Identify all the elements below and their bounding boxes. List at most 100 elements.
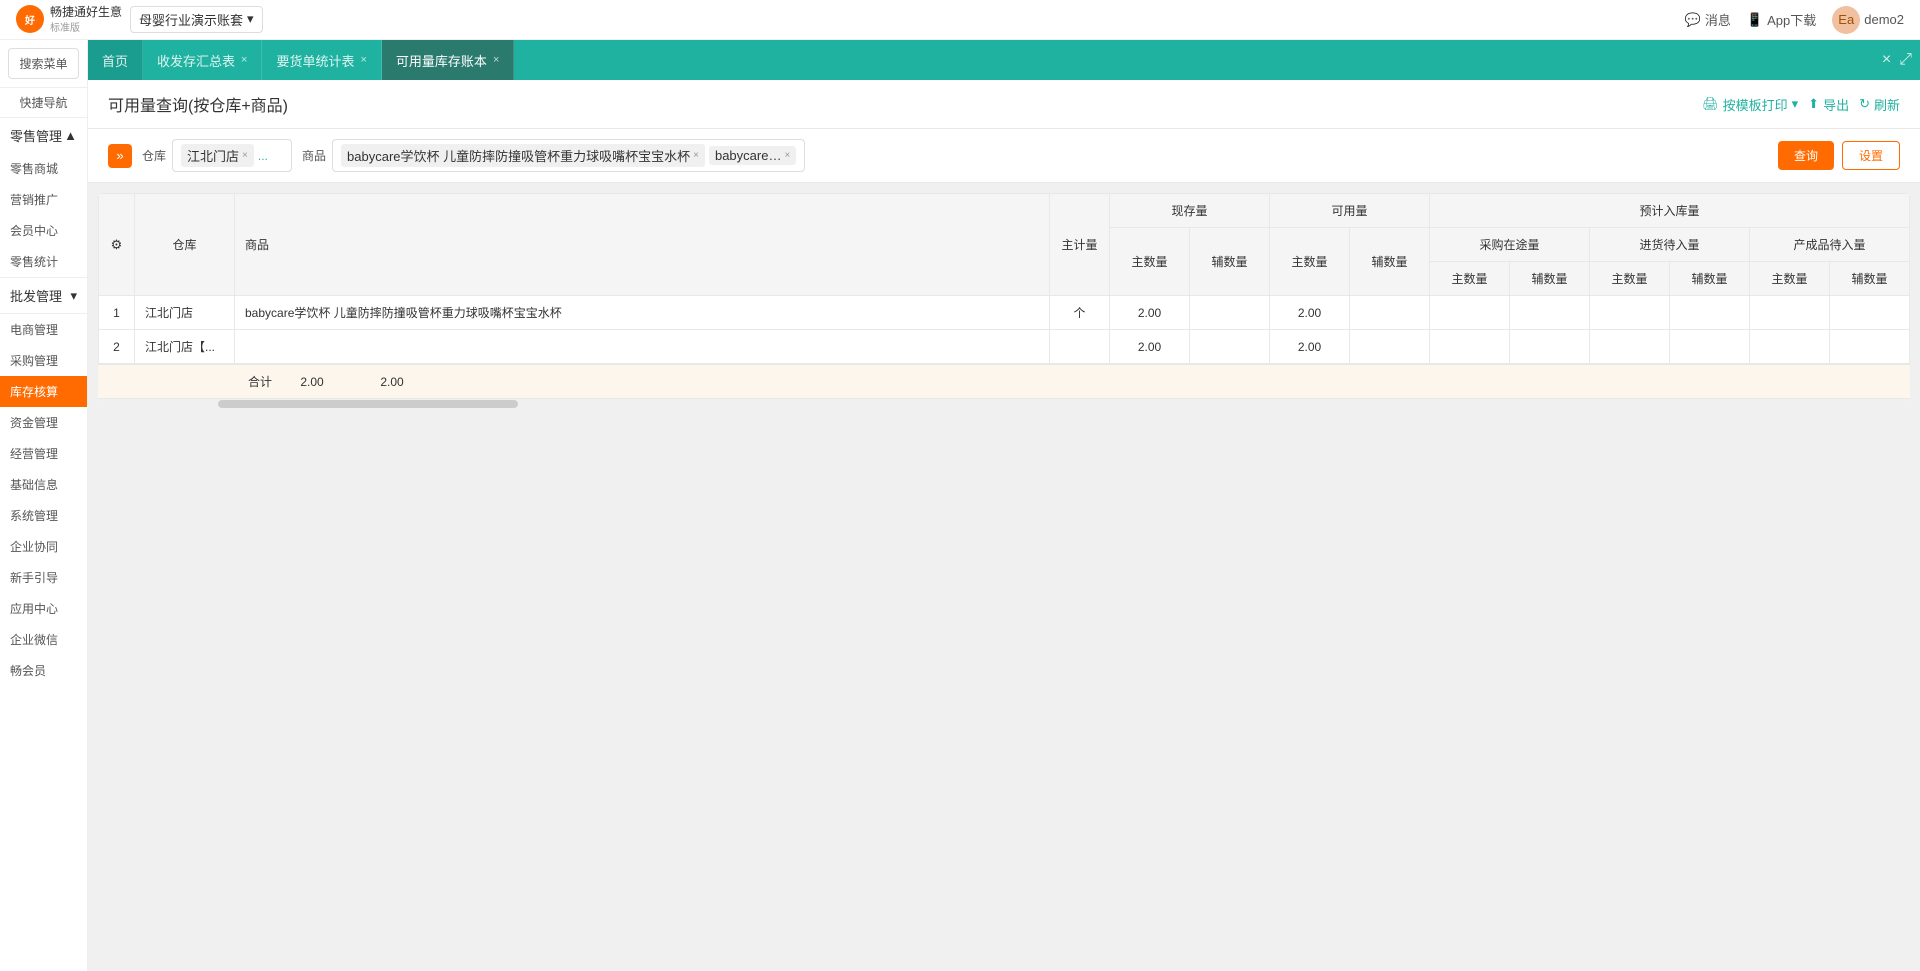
tab-inventory-close[interactable]: × [493,54,499,66]
warehouse-tag-close[interactable]: × [242,150,248,161]
warehouse-input[interactable]: 江北门店 × ... [172,139,292,172]
tab-bar: 首页 收发存汇总表 × 要货单统计表 × 可用量库存账本 × × ⤢ [88,40,1920,80]
sidebar-item-enterprise[interactable]: 企业协同 [0,531,87,562]
logo-icon: 好 [16,5,44,33]
top-bar-left: 好 畅捷通好生意 标准版 母婴行业演示账套 ▾ [16,5,263,34]
cell-incoming-main [1590,296,1670,330]
product-input[interactable]: babycare学饮杯 儿童防摔防撞吸管杯重力球吸嘴杯宝宝水杯 × babyca… [332,139,805,172]
sidebar-item-marketing[interactable]: 营销推广 [0,184,87,215]
refresh-btn[interactable]: ↻ 刷新 [1859,95,1900,114]
quick-nav-btn[interactable]: 快捷导航 [0,88,87,118]
user-profile[interactable]: Ea demo2 [1832,6,1904,34]
sidebar-item-inventory-check[interactable]: 库存核算 [0,376,87,407]
app-edition: 标准版 [50,19,122,34]
query-btn[interactable]: 查询 [1778,141,1834,170]
sidebar-item-basic[interactable]: 基础信息 [0,469,87,500]
product-filter: 商品 babycare学饮杯 儿童防摔防撞吸管杯重力球吸嘴杯宝宝水杯 × bab… [302,139,805,172]
sidebar-item-retail-stat[interactable]: 零售统计 [0,246,87,277]
th-product: 商品 [235,194,1050,296]
cell-avail-main: 2.00 [1270,296,1350,330]
export-icon: ⬆ [1808,96,1819,112]
table-scroll-bar[interactable] [98,398,1910,408]
cell-products-main [1750,330,1830,364]
industry-label: 母婴行业演示账套 [139,10,243,29]
page-header: 可用量查询(按仓库+商品) 🖨 按模板打印 ▾ ⬆ 导出 ↻ [88,80,1920,129]
footer-avail-main: 2.00 [352,375,432,389]
sidebar-item-retail-mall[interactable]: 零售商城 [0,153,87,184]
top-bar-right: 💬 消息 📱 App下载 Ea demo2 [1685,6,1904,34]
th-purchase-in-transit: 采购在途量 [1430,228,1590,262]
sidebar-search: 搜索菜单 [0,40,87,88]
th-planned-inbound: 预计入库量 [1430,194,1910,228]
tab-receive[interactable]: 收发存汇总表 × [143,40,262,80]
th-gear[interactable]: ⚙ [99,194,135,296]
expand-filter-btn[interactable]: » [108,144,132,168]
tab-order[interactable]: 要货单统计表 × [262,40,381,80]
table-footer: 合计 2.00 2.00 [98,364,1910,398]
chevron-up-icon: ▲ [64,128,77,143]
product-tag-2-close[interactable]: × [784,150,790,161]
sidebar-item-app-center[interactable]: 应用中心 [0,593,87,624]
cell-index: 1 [99,296,135,330]
cell-stock-aux [1190,330,1270,364]
content-area: 首页 收发存汇总表 × 要货单统计表 × 可用量库存账本 × × ⤢ [88,40,1920,971]
sidebar-item-enterprise-wechat[interactable]: 企业微信 [0,624,87,655]
cell-incoming-main [1590,330,1670,364]
export-btn[interactable]: ⬆ 导出 [1808,95,1849,114]
cell-warehouse: 江北门店 [135,296,235,330]
download-icon: 📱 [1747,12,1763,28]
print-btn[interactable]: 🖨 按模板打印 ▾ [1702,95,1798,114]
tab-fullscreen-btn[interactable]: ⤢ [1899,51,1912,69]
chevron-down-icon: ▾ [70,288,77,304]
tab-close-all-btn[interactable]: × [1882,51,1891,69]
th-products-aux: 辅数量 [1830,262,1910,296]
warehouse-more[interactable]: ... [258,149,268,163]
th-stock-main: 主数量 [1110,228,1190,296]
message-label: 消息 [1705,10,1731,29]
data-table: ⚙ 仓库 商品 主计量 现存量 可用量 预计入库量 主数量 [98,193,1910,364]
sidebar-item-system[interactable]: 系统管理 [0,500,87,531]
filter-bar: » 仓库 江北门店 × ... 商品 [88,129,1920,183]
th-avail-main: 主数量 [1270,228,1350,296]
sidebar-item-member[interactable]: 会员中心 [0,215,87,246]
cell-product: babycare学饮杯 儿童防摔防撞吸管杯重力球吸嘴杯宝宝水杯 [235,296,1050,330]
sidebar-item-ops[interactable]: 经营管理 [0,438,87,469]
sidebar-item-retail-mgmt[interactable]: 零售管理 ▲ [0,118,87,153]
industry-selector[interactable]: 母婴行业演示账套 ▾ [130,6,263,33]
tab-order-close[interactable]: × [360,54,366,66]
th-stock-aux: 辅数量 [1190,228,1270,296]
th-available: 可用量 [1270,194,1430,228]
th-incoming-main: 主数量 [1590,262,1670,296]
cell-stock-aux [1190,296,1270,330]
tab-home[interactable]: 首页 [88,40,143,80]
cell-avail-main: 2.00 [1270,330,1350,364]
cell-products-main [1750,296,1830,330]
cell-incoming-aux [1670,330,1750,364]
settings-btn[interactable]: 设置 [1842,141,1900,170]
message-btn[interactable]: 💬 消息 [1685,10,1731,29]
sidebar-item-wholesale-mgmt[interactable]: 批发管理 ▾ [0,278,87,313]
cell-main-unit: 个 [1050,296,1110,330]
cell-purchase-aux [1510,330,1590,364]
warehouse-label: 仓库 [142,147,166,164]
app-download-btn[interactable]: 📱 App下载 [1747,10,1816,29]
tab-receive-close[interactable]: × [241,54,247,66]
product-tag-1-close[interactable]: × [693,150,699,161]
search-menu-btn[interactable]: 搜索菜单 [8,48,79,79]
product-label: 商品 [302,147,326,164]
th-products-main: 主数量 [1750,262,1830,296]
sidebar-item-ecommerce[interactable]: 电商管理 [0,314,87,345]
tab-inventory[interactable]: 可用量库存账本 × [382,40,514,80]
print-label: 按模板打印 [1723,95,1788,114]
sidebar-item-finance[interactable]: 资金管理 [0,407,87,438]
sidebar-item-newbie[interactable]: 新手引导 [0,562,87,593]
footer-values: 2.00 2.00 [272,375,432,389]
table-row: 1 江北门店 babycare学饮杯 儿童防摔防撞吸管杯重力球吸嘴杯宝宝水杯 个… [99,296,1910,330]
th-current-stock: 现存量 [1110,194,1270,228]
cell-purchase-aux [1510,296,1590,330]
page-inner: 可用量查询(按仓库+商品) 🖨 按模板打印 ▾ ⬆ 导出 ↻ [88,80,1920,971]
top-bar: 好 畅捷通好生意 标准版 母婴行业演示账套 ▾ 💬 消息 📱 App下载 Ea … [0,0,1920,40]
sidebar-item-purchase[interactable]: 采购管理 [0,345,87,376]
sidebar-item-vip[interactable]: 畅会员 [0,655,87,686]
table-scroll-thumb[interactable] [218,400,518,408]
